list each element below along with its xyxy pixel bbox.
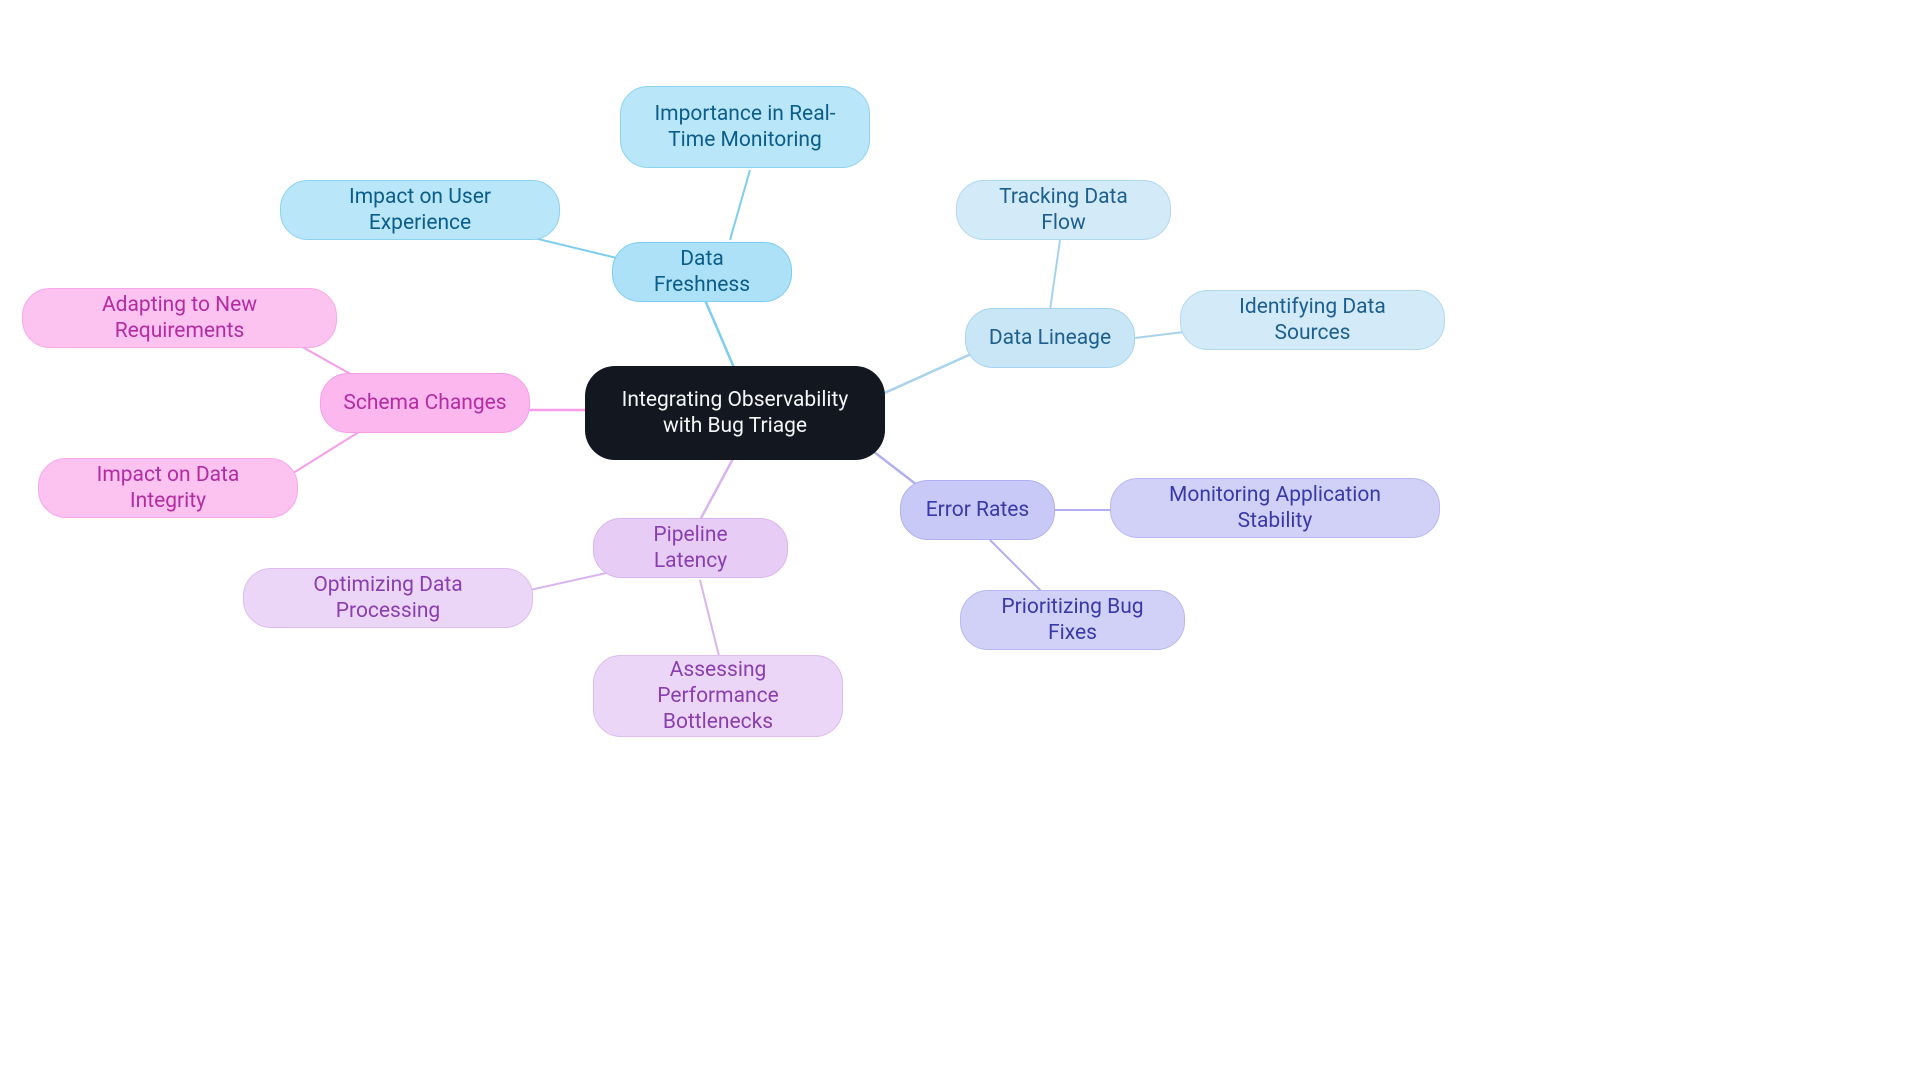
leaf-identifying-data-sources[interactable]: Identifying Data Sources bbox=[1180, 290, 1445, 350]
leaf-optimizing-data-processing[interactable]: Optimizing Data Processing bbox=[243, 568, 533, 628]
branch-label: Error Rates bbox=[926, 497, 1029, 523]
leaf-label: Importance in Real-Time Monitoring bbox=[643, 101, 847, 154]
branch-label: Schema Changes bbox=[343, 390, 506, 416]
leaf-impact-on-data-integrity[interactable]: Impact on Data Integrity bbox=[38, 458, 298, 518]
leaf-label: Impact on Data Integrity bbox=[61, 462, 275, 515]
branch-label: Data Lineage bbox=[989, 325, 1111, 351]
edge-layer bbox=[0, 0, 1920, 1083]
branch-error-rates[interactable]: Error Rates bbox=[900, 480, 1055, 540]
branch-label: Data Freshness bbox=[635, 246, 769, 299]
center-node[interactable]: Integrating Observability with Bug Triag… bbox=[585, 366, 885, 460]
leaf-label: Impact on User Experience bbox=[303, 184, 537, 237]
branch-label: Pipeline Latency bbox=[616, 522, 765, 575]
branch-data-lineage[interactable]: Data Lineage bbox=[965, 308, 1135, 368]
leaf-tracking-data-flow[interactable]: Tracking Data Flow bbox=[956, 180, 1171, 240]
leaf-adapting-new-requirements[interactable]: Adapting to New Requirements bbox=[22, 288, 337, 348]
leaf-prioritizing-bug-fixes[interactable]: Prioritizing Bug Fixes bbox=[960, 590, 1185, 650]
leaf-label: Monitoring Application Stability bbox=[1133, 482, 1417, 535]
leaf-label: Optimizing Data Processing bbox=[266, 572, 510, 625]
leaf-label: Tracking Data Flow bbox=[979, 184, 1148, 237]
leaf-importance-real-time-monitoring[interactable]: Importance in Real-Time Monitoring bbox=[620, 86, 870, 168]
leaf-label: Adapting to New Requirements bbox=[45, 292, 314, 345]
leaf-impact-on-user-experience[interactable]: Impact on User Experience bbox=[280, 180, 560, 240]
branch-schema-changes[interactable]: Schema Changes bbox=[320, 373, 530, 433]
leaf-label: Identifying Data Sources bbox=[1203, 294, 1422, 347]
leaf-label: Assessing Performance Bottlenecks bbox=[616, 657, 820, 736]
branch-pipeline-latency[interactable]: Pipeline Latency bbox=[593, 518, 788, 578]
leaf-assessing-performance-bottlenecks[interactable]: Assessing Performance Bottlenecks bbox=[593, 655, 843, 737]
center-label: Integrating Observability with Bug Triag… bbox=[607, 387, 863, 440]
branch-data-freshness[interactable]: Data Freshness bbox=[612, 242, 792, 302]
mindmap-canvas: Integrating Observability with Bug Triag… bbox=[0, 0, 1920, 1083]
leaf-label: Prioritizing Bug Fixes bbox=[983, 594, 1162, 647]
leaf-monitoring-application-stability[interactable]: Monitoring Application Stability bbox=[1110, 478, 1440, 538]
